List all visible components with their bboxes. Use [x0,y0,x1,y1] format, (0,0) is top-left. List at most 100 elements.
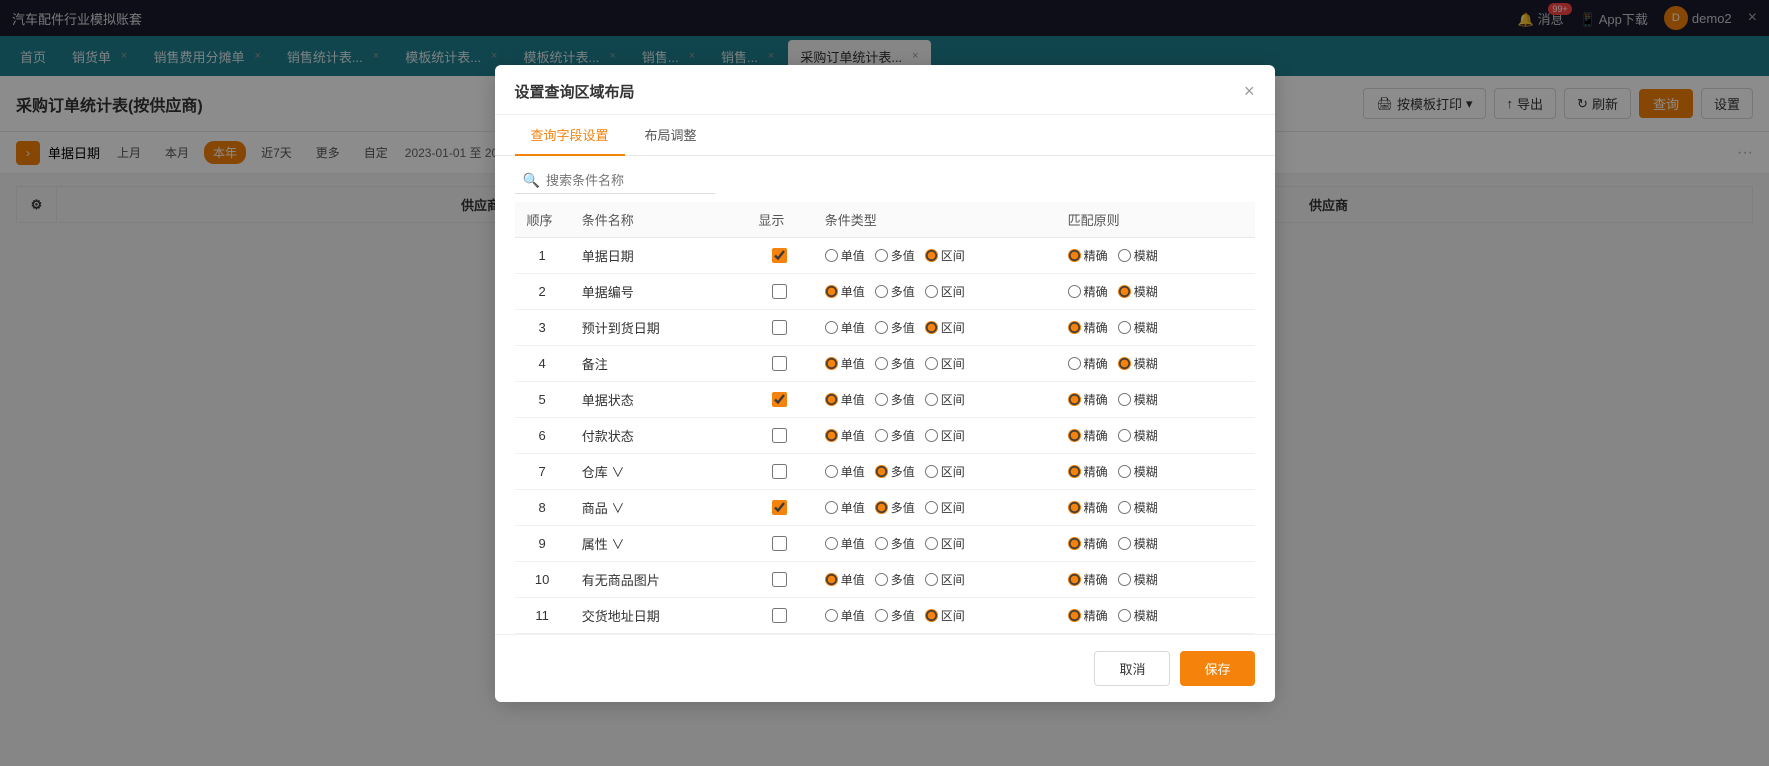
table-row: 6付款状态单值多值区间精确模糊 [515,417,1255,453]
row-match-cell: 精确模糊 [1056,237,1255,273]
show-checkbox[interactable] [772,320,787,335]
type-radio-type_multi[interactable]: 多值 [875,427,915,444]
match-radio-match_exact[interactable]: 精确 [1068,355,1108,372]
match-radio-match_fuzzy[interactable]: 模糊 [1118,355,1158,372]
type-radio-type_range[interactable]: 区间 [925,535,965,552]
match-radio-match_exact[interactable]: 精确 [1068,391,1108,408]
show-checkbox[interactable] [772,284,787,299]
type-radio-type_range[interactable]: 区间 [925,571,965,588]
row-show-cell [746,345,812,381]
dialog-tab-query-fields[interactable]: 查询字段设置 [515,115,625,156]
fields-table: 顺序 条件名称 显示 条件类型 匹配原则 1单据日期单值多值区间精确模糊2单据编… [515,202,1255,634]
row-name: 单据日期 [570,237,747,273]
match-radio-match_fuzzy[interactable]: 模糊 [1118,463,1158,480]
match-radio-match_fuzzy[interactable]: 模糊 [1118,607,1158,624]
show-checkbox[interactable] [772,464,787,479]
type-radio-type_multi[interactable]: 多值 [875,355,915,372]
match-radio-match_exact[interactable]: 精确 [1068,535,1108,552]
match-radio-match_exact[interactable]: 精确 [1068,571,1108,588]
type-radio-type_single[interactable]: 单值 [825,607,865,624]
row-type-cell: 单值多值区间 [813,273,1056,309]
match-radio-match_exact[interactable]: 精确 [1068,607,1108,624]
row-type-cell: 单值多值区间 [813,525,1056,561]
type-radio-type_multi[interactable]: 多值 [875,247,915,264]
row-seq: 3 [515,309,570,345]
search-icon: 🔍 [523,172,540,189]
row-show-cell [746,561,812,597]
type-radio-type_range[interactable]: 区间 [925,283,965,300]
match-radio-match_fuzzy[interactable]: 模糊 [1118,535,1158,552]
type-radio-type_multi[interactable]: 多值 [875,571,915,588]
cancel-button[interactable]: 取消 [1094,651,1170,686]
type-radio-type_range[interactable]: 区间 [925,247,965,264]
row-type-cell: 单值多值区间 [813,237,1056,273]
row-match-cell: 精确模糊 [1056,381,1255,417]
type-radio-type_single[interactable]: 单值 [825,355,865,372]
type-radio-type_range[interactable]: 区间 [925,499,965,516]
match-radio-match_exact[interactable]: 精确 [1068,463,1108,480]
type-radio-type_range[interactable]: 区间 [925,319,965,336]
type-radio-type_single[interactable]: 单值 [825,427,865,444]
type-radio-type_single[interactable]: 单值 [825,319,865,336]
type-radio-type_single[interactable]: 单值 [825,463,865,480]
row-show-cell [746,237,812,273]
show-checkbox[interactable] [772,500,787,515]
show-checkbox[interactable] [772,536,787,551]
match-radio-match_fuzzy[interactable]: 模糊 [1118,319,1158,336]
match-radio-match_exact[interactable]: 精确 [1068,283,1108,300]
show-checkbox[interactable] [772,428,787,443]
search-input[interactable] [546,173,722,188]
settings-dialog: 设置查询区域布局 × 查询字段设置 布局调整 🔍 顺序 条件名称 显示 [495,65,1275,702]
match-radio-match_fuzzy[interactable]: 模糊 [1118,571,1158,588]
match-radio-match_exact[interactable]: 精确 [1068,319,1108,336]
row-type-cell: 单值多值区间 [813,597,1056,633]
dialog-tabs: 查询字段设置 布局调整 [495,115,1275,156]
dialog-header: 设置查询区域布局 × [495,65,1275,115]
type-radio-type_single[interactable]: 单值 [825,391,865,408]
type-radio-type_multi[interactable]: 多值 [875,463,915,480]
show-checkbox[interactable] [772,248,787,263]
type-radio-type_single[interactable]: 单值 [825,247,865,264]
type-radio-type_multi[interactable]: 多值 [875,499,915,516]
match-radio-match_exact[interactable]: 精确 [1068,499,1108,516]
type-radio-type_multi[interactable]: 多值 [875,319,915,336]
dialog-search-area: 🔍 [495,156,1275,202]
match-radio-match_exact[interactable]: 精确 [1068,247,1108,264]
type-radio-type_range[interactable]: 区间 [925,427,965,444]
dialog-table-wrap: 顺序 条件名称 显示 条件类型 匹配原则 1单据日期单值多值区间精确模糊2单据编… [495,202,1275,634]
show-checkbox[interactable] [772,608,787,623]
table-row: 8商品 ∨单值多值区间精确模糊 [515,489,1255,525]
type-radio-type_multi[interactable]: 多值 [875,607,915,624]
show-checkbox[interactable] [772,392,787,407]
type-radio-type_single[interactable]: 单值 [825,571,865,588]
match-radio-match_fuzzy[interactable]: 模糊 [1118,499,1158,516]
row-name: 单据编号 [570,273,747,309]
show-checkbox[interactable] [772,356,787,371]
show-checkbox[interactable] [772,572,787,587]
save-button[interactable]: 保存 [1180,651,1254,686]
match-radio-match_fuzzy[interactable]: 模糊 [1118,391,1158,408]
dialog-overlay: 设置查询区域布局 × 查询字段设置 布局调整 🔍 顺序 条件名称 显示 [0,0,1769,766]
type-radio-type_multi[interactable]: 多值 [875,283,915,300]
type-radio-type_range[interactable]: 区间 [925,607,965,624]
dialog-footer: 取消 保存 [495,634,1275,702]
dialog-close-button[interactable]: × [1244,82,1255,100]
type-radio-type_multi[interactable]: 多值 [875,535,915,552]
type-radio-type_single[interactable]: 单值 [825,499,865,516]
th-match: 匹配原则 [1056,202,1255,238]
match-radio-match_fuzzy[interactable]: 模糊 [1118,427,1158,444]
match-radio-match_fuzzy[interactable]: 模糊 [1118,247,1158,264]
row-type-cell: 单值多值区间 [813,489,1056,525]
match-radio-match_exact[interactable]: 精确 [1068,427,1108,444]
type-radio-type_multi[interactable]: 多值 [875,391,915,408]
match-radio-match_fuzzy[interactable]: 模糊 [1118,283,1158,300]
row-seq: 11 [515,597,570,633]
type-radio-type_range[interactable]: 区间 [925,463,965,480]
type-radio-type_single[interactable]: 单值 [825,535,865,552]
dialog-tab-layout[interactable]: 布局调整 [629,115,713,156]
table-row: 5单据状态单值多值区间精确模糊 [515,381,1255,417]
table-row: 9属性 ∨单值多值区间精确模糊 [515,525,1255,561]
type-radio-type_single[interactable]: 单值 [825,283,865,300]
type-radio-type_range[interactable]: 区间 [925,391,965,408]
type-radio-type_range[interactable]: 区间 [925,355,965,372]
